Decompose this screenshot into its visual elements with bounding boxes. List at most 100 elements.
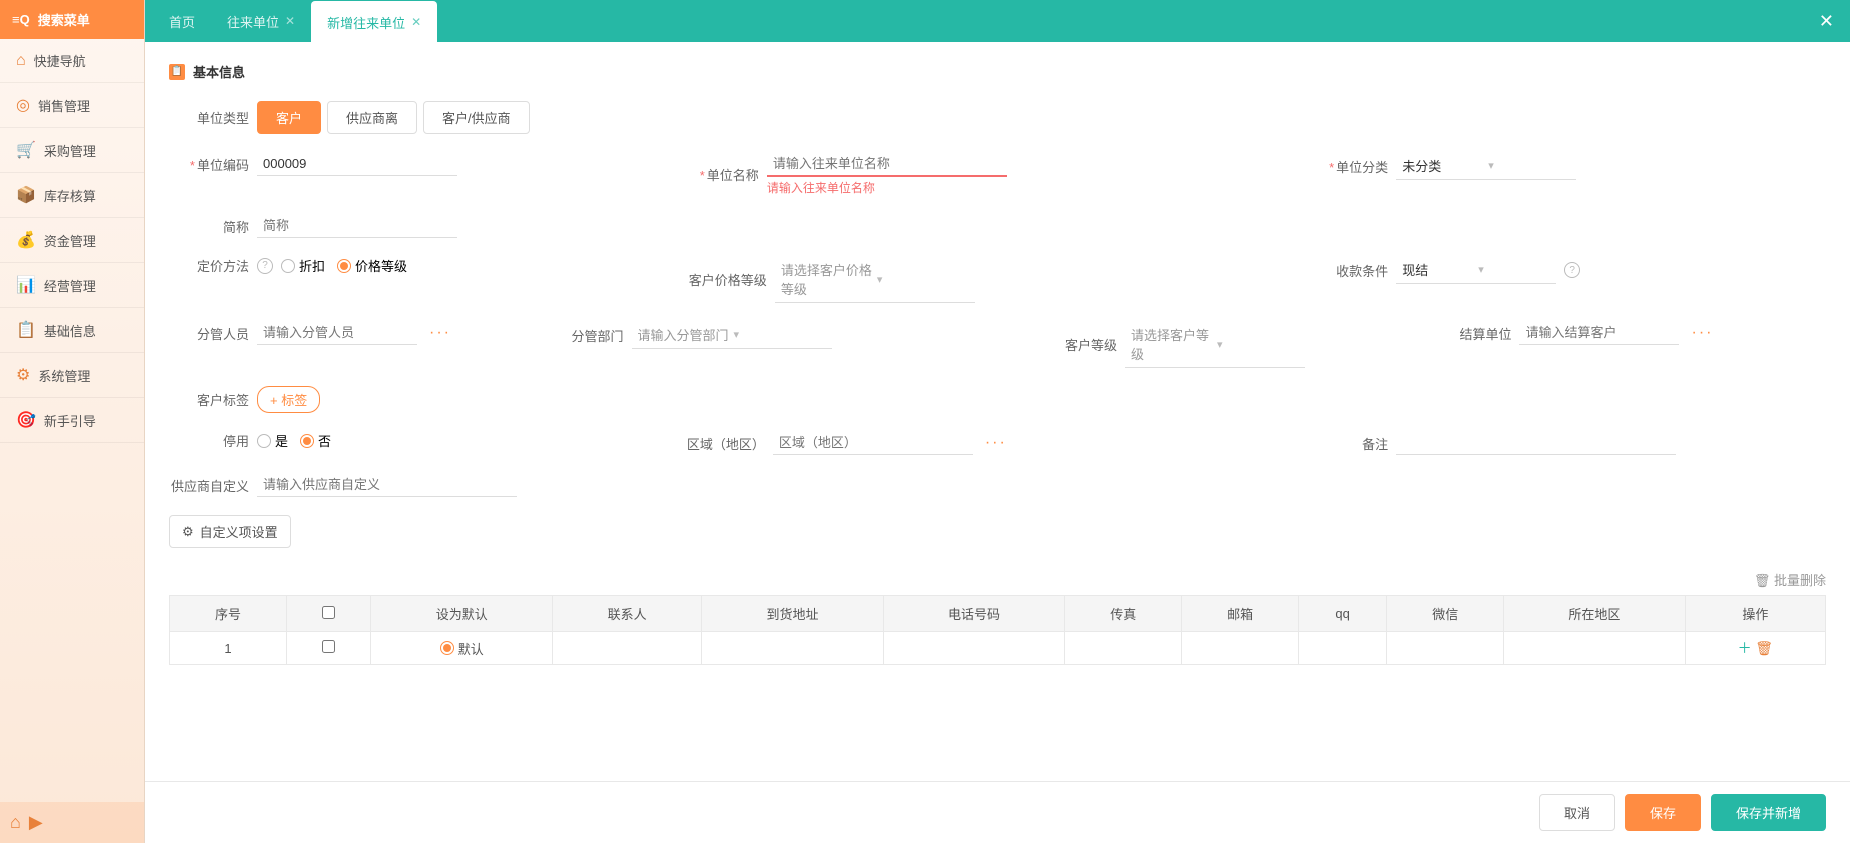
remark-field: 备注: [1308, 431, 1826, 455]
type-btn-customer[interactable]: 客户: [257, 101, 321, 134]
cell-qq: [1299, 632, 1387, 665]
close-all-tabs[interactable]: ✕: [1811, 7, 1842, 36]
sidebar-label-inventory: 库存核算: [44, 186, 96, 205]
unit-category-select[interactable]: 未分类 ▾: [1396, 152, 1576, 180]
settlement-input[interactable]: [1519, 321, 1679, 345]
settlement-field: 结算单位 ···: [1431, 321, 1826, 345]
payment-terms-select[interactable]: 现结 ▾: [1396, 256, 1556, 284]
select-all-checkbox[interactable]: [322, 606, 335, 619]
tab-new-partner-close[interactable]: ✕: [411, 15, 421, 29]
unit-name-error: 请输入往来单位名称: [767, 179, 1007, 196]
sidebar-item-finance[interactable]: 💰 资金管理: [0, 218, 144, 263]
supplier-custom-label: 供应商自定义: [169, 476, 249, 495]
short-name-row: 简称: [169, 214, 1826, 238]
pricing-radio-discount[interactable]: 折扣: [281, 256, 325, 275]
unit-category-required: *: [1329, 160, 1334, 175]
manager-input[interactable]: [257, 321, 417, 345]
disable-no-label: 否: [318, 431, 331, 450]
payment-terms-help-icon[interactable]: ?: [1564, 262, 1580, 278]
customer-price-arrow: ▾: [877, 273, 969, 286]
short-name-input[interactable]: [257, 214, 457, 238]
supplier-custom-field: 供应商自定义: [169, 473, 1826, 497]
tab-partners-close[interactable]: ✕: [285, 14, 295, 28]
disable-radio-group: 是 否: [257, 431, 331, 450]
save-button[interactable]: 保存: [1625, 794, 1701, 831]
region-more-btn[interactable]: ···: [981, 434, 1011, 452]
sidebar-expand-btn[interactable]: ▶: [29, 812, 43, 833]
pricing-label: 定价方法: [169, 256, 249, 275]
region-input[interactable]: [773, 431, 973, 455]
unit-code-label: *单位编码: [169, 155, 249, 174]
customer-price-select[interactable]: 请选择客户价格等级 ▾: [775, 256, 975, 303]
discount-radio-outer: [281, 259, 295, 273]
row-checkbox[interactable]: [322, 640, 335, 653]
pricing-help-icon[interactable]: ?: [257, 258, 273, 274]
add-tag-label: + 标签: [270, 390, 307, 409]
type-btn-supplier[interactable]: 供应商离: [327, 101, 417, 134]
sidebar-item-inventory[interactable]: 📦 库存核算: [0, 173, 144, 218]
manager-label: 分管人员: [169, 324, 249, 343]
pricing-radio-price-level[interactable]: 价格等级: [337, 256, 407, 275]
custom-settings-label: 自定义项设置: [200, 522, 278, 541]
sidebar-label-operations: 经营管理: [44, 276, 96, 295]
tab-home[interactable]: 首页: [153, 0, 211, 42]
manager-row: 分管人员 ··· 分管部门 请输入分管部门 ▾ 客户等级 请选择客户等级 ▾: [169, 321, 1826, 368]
sidebar-home-btn[interactable]: ⌂: [10, 812, 21, 833]
disable-no[interactable]: 否: [300, 431, 331, 450]
customer-price-field: 客户价格等级 请选择客户价格等级 ▾: [687, 256, 1308, 303]
section-title-text: 基本信息: [193, 62, 245, 81]
pricing-row: 定价方法 ? 折扣 价格等级 客户价格等级: [169, 256, 1826, 303]
sidebar-item-operations[interactable]: 📊 经营管理: [0, 263, 144, 308]
add-tag-btn[interactable]: + 标签: [257, 386, 320, 413]
cell-actions: ＋ 🗑: [1685, 632, 1825, 665]
department-select[interactable]: 请输入分管部门 ▾: [632, 321, 832, 349]
disable-label: 停用: [169, 431, 249, 450]
row-delete-btn[interactable]: 🗑: [1755, 640, 1773, 656]
row-default-radio[interactable]: 默认: [381, 639, 542, 658]
sidebar-label-guide: 新手引导: [44, 411, 96, 430]
th-checkbox: [286, 596, 371, 632]
customer-level-select[interactable]: 请选择客户等级 ▾: [1125, 321, 1305, 368]
table-header-row: 序号 设为默认 联系人 到货地址 电话号码 传真 邮箱 qq 微信 所在地区 操…: [170, 596, 1826, 632]
th-default: 设为默认: [371, 596, 553, 632]
customer-price-placeholder: 请选择客户价格等级: [781, 260, 873, 298]
unit-code-input[interactable]: [257, 152, 457, 176]
row-add-btn[interactable]: ＋: [1738, 640, 1752, 656]
sidebar-item-quick-nav[interactable]: ⌂ 快捷导航: [0, 39, 144, 83]
unit-category-value: 未分类: [1402, 156, 1484, 175]
unit-name-required: *: [700, 168, 705, 183]
type-btn-both[interactable]: 客户/供应商: [423, 101, 530, 134]
remark-input[interactable]: [1396, 431, 1676, 455]
operations-icon: 📊: [16, 275, 36, 295]
sidebar-item-guide[interactable]: 🎯 新手引导: [0, 398, 144, 443]
sidebar-item-system[interactable]: ⚙ 系统管理: [0, 353, 144, 398]
custom-settings-btn[interactable]: ⚙ 自定义项设置: [169, 515, 291, 548]
batch-delete-btn[interactable]: 🗑 批量删除: [1754, 570, 1826, 589]
unit-name-field: *单位名称 请输入往来单位名称: [687, 152, 1308, 196]
unit-name-input[interactable]: [767, 152, 1007, 177]
cancel-button[interactable]: 取消: [1539, 794, 1615, 831]
sidebar-item-sales[interactable]: ◎ 销售管理: [0, 83, 144, 128]
sidebar-item-basic[interactable]: 📋 基础信息: [0, 308, 144, 353]
sidebar-item-purchase[interactable]: 🛒 采购管理: [0, 128, 144, 173]
tab-new-partner[interactable]: 新增往来单位 ✕: [311, 1, 437, 43]
cell-address: [702, 632, 884, 665]
tab-partners[interactable]: 往来单位 ✕: [211, 0, 311, 42]
tab-home-label: 首页: [169, 12, 195, 31]
save-new-button[interactable]: 保存并新增: [1711, 794, 1826, 831]
home-icon: ⌂: [16, 52, 26, 70]
department-arrow: ▾: [734, 328, 826, 341]
search-icon: ≡Q: [12, 12, 30, 27]
disable-no-outer: [300, 434, 314, 448]
disable-yes[interactable]: 是: [257, 431, 288, 450]
supplier-custom-row: 供应商自定义: [169, 473, 1826, 497]
settlement-more-btn[interactable]: ···: [1687, 324, 1717, 342]
tags-label: 客户标签: [169, 390, 249, 409]
disable-yes-outer: [257, 434, 271, 448]
pricing-radio-group: 折扣 价格等级: [281, 256, 407, 275]
supplier-custom-input[interactable]: [257, 473, 517, 497]
manager-more-btn[interactable]: ···: [425, 324, 455, 342]
tabbar: 首页 往来单位 ✕ 新增往来单位 ✕ ✕: [145, 0, 1850, 42]
th-region: 所在地区: [1504, 596, 1686, 632]
sidebar-search[interactable]: ≡Q 搜索菜单: [0, 0, 144, 39]
